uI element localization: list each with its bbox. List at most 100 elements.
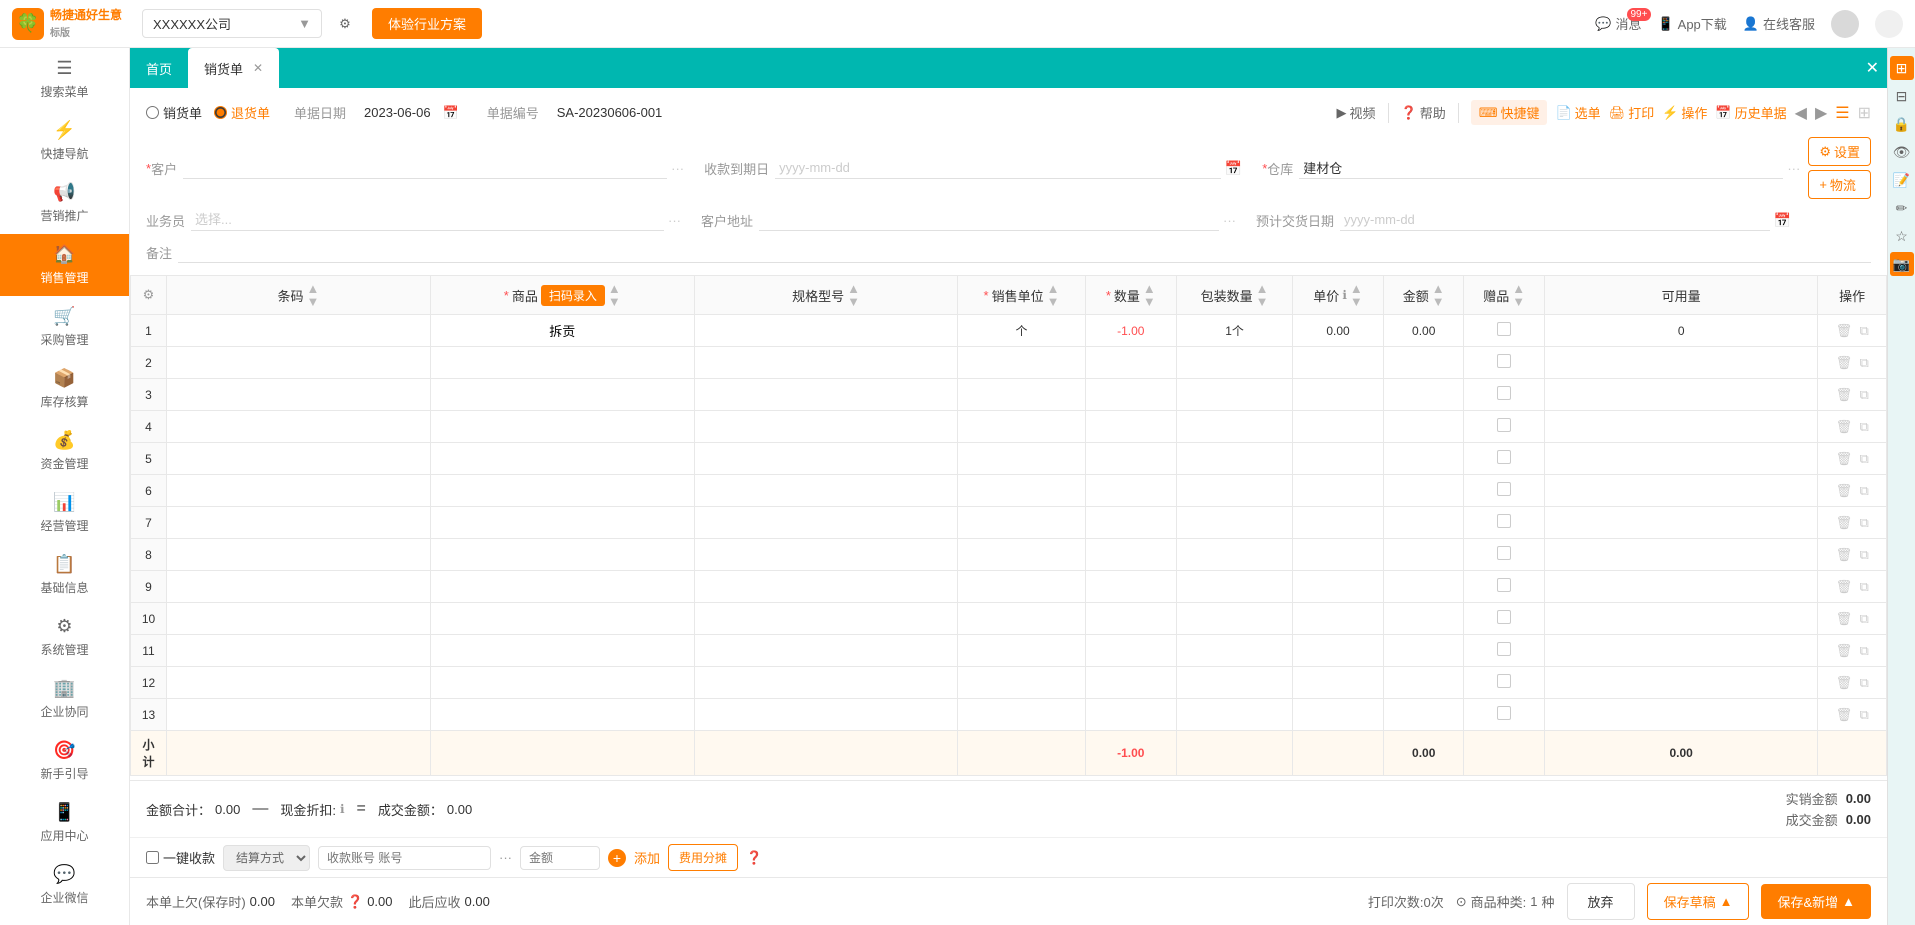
unitprice-sort-icon[interactable]: ▲▼ [1350, 282, 1363, 308]
copy-row-icon[interactable]: ⧉ [1859, 579, 1868, 594]
product-input[interactable] [439, 579, 686, 594]
th-settings[interactable]: ⚙ [131, 276, 167, 315]
pkgqty-cell[interactable] [1177, 507, 1293, 539]
spec-cell[interactable] [694, 475, 958, 507]
delete-row-icon[interactable]: 🗑 [1836, 579, 1853, 594]
spec-input[interactable] [703, 355, 950, 370]
copy-row-icon[interactable]: ⧉ [1859, 515, 1868, 530]
unitprice-cell[interactable] [1293, 507, 1384, 539]
unitprice-cell[interactable] [1293, 347, 1384, 379]
product-cell[interactable] [430, 571, 694, 603]
product-input[interactable] [439, 675, 686, 690]
amount-cell[interactable] [1383, 635, 1464, 667]
help-btn[interactable]: ❓ 帮助 [1401, 103, 1446, 122]
amount-cell[interactable] [1383, 539, 1464, 571]
sidebar-item-enterprise[interactable]: 🏢 企业协同 [0, 668, 129, 730]
delete-row-icon[interactable]: 🗑 [1836, 643, 1853, 658]
product-cell[interactable] [430, 379, 694, 411]
sidebar-item-search[interactable]: ☰ 搜索菜单 [0, 48, 129, 110]
product-cell[interactable] [430, 315, 694, 347]
spec-input[interactable] [703, 419, 950, 434]
unit-cell[interactable] [958, 603, 1085, 635]
right-panel-lock-btn[interactable]: 🔒 [1890, 112, 1914, 136]
spec-cell[interactable] [694, 699, 958, 731]
product-cell[interactable] [430, 635, 694, 667]
video-btn[interactable]: ▶ 视频 [1336, 103, 1375, 122]
pkgqty-cell[interactable] [1177, 667, 1293, 699]
right-panel-camera-btn[interactable]: 📷 [1890, 252, 1914, 276]
calendar-icon[interactable]: 📅 [443, 105, 459, 121]
spec-cell[interactable] [694, 667, 958, 699]
spec-cell[interactable] [694, 603, 958, 635]
right-panel-pencil-btn[interactable]: ✏ [1890, 196, 1914, 220]
barcode-cell[interactable] [167, 411, 431, 443]
delete-row-icon[interactable]: 🗑 [1836, 547, 1853, 562]
unit-cell[interactable] [958, 539, 1085, 571]
print-btn[interactable]: 🖨 打印 [1609, 103, 1655, 122]
quantity-cell[interactable] [1085, 571, 1177, 603]
gift-cell[interactable] [1464, 411, 1545, 443]
amount-cell[interactable]: 0.00 [1383, 315, 1464, 347]
pkgqty-cell[interactable] [1177, 443, 1293, 475]
delete-row-icon[interactable]: 🗑 [1836, 707, 1853, 722]
company-selector[interactable]: XXXXXX公司 ▼ [142, 9, 322, 38]
gift-cell[interactable] [1464, 539, 1545, 571]
pkgqty-cell[interactable]: 1个 [1177, 315, 1293, 347]
spec-input[interactable] [703, 451, 950, 466]
delete-row-icon[interactable]: 🗑 [1836, 387, 1853, 402]
barcode-cell[interactable] [167, 571, 431, 603]
nav-prev-icon[interactable]: ◀ [1795, 103, 1807, 123]
product-input[interactable] [439, 643, 686, 658]
gift-cell[interactable] [1464, 443, 1545, 475]
operation-btn[interactable]: ⚡ 操作 [1662, 103, 1707, 122]
barcode-input[interactable] [175, 419, 422, 434]
pkgqty-cell[interactable] [1177, 699, 1293, 731]
unit-cell[interactable] [958, 475, 1085, 507]
customer-dots[interactable]: ··· [671, 161, 684, 176]
gift-cell[interactable] [1464, 347, 1545, 379]
product-input[interactable] [439, 323, 686, 338]
spec-cell[interactable] [694, 443, 958, 475]
sidebar-item-finance[interactable]: 💰 资金管理 [0, 420, 129, 482]
product-input[interactable] [439, 419, 686, 434]
product-cell[interactable] [430, 507, 694, 539]
quantity-cell[interactable] [1085, 475, 1177, 507]
spec-input[interactable] [703, 611, 950, 626]
quantity-cell[interactable] [1085, 507, 1177, 539]
right-panel-eye-btn[interactable]: 👁 [1890, 140, 1914, 164]
copy-row-icon[interactable]: ⧉ [1859, 707, 1868, 722]
unit-cell[interactable] [958, 571, 1085, 603]
settings-btn[interactable]: ⚙ 设置 [1808, 137, 1871, 166]
settings-icon[interactable]: ⚙ [330, 9, 360, 39]
user-avatar2[interactable] [1875, 10, 1903, 38]
barcode-input[interactable] [175, 611, 422, 626]
amount-sort-icon[interactable]: ▲▼ [1432, 282, 1445, 308]
gift-checkbox[interactable] [1497, 450, 1511, 464]
amount-cell[interactable] [1383, 699, 1464, 731]
online-service-btn[interactable]: 👤 在线客服 [1743, 14, 1815, 33]
barcode-cell[interactable] [167, 347, 431, 379]
quantity-cell[interactable]: -1.00 [1085, 315, 1177, 347]
history-btn[interactable]: 📅 历史单据 [1715, 103, 1786, 122]
expense-btn[interactable]: 费用分摊 [668, 844, 738, 871]
unitprice-cell[interactable] [1293, 571, 1384, 603]
spec-input[interactable] [703, 579, 950, 594]
staff-input[interactable] [191, 209, 664, 231]
abandon-btn[interactable]: 放弃 [1567, 883, 1635, 920]
staff-dots[interactable]: ··· [668, 213, 681, 228]
gift-checkbox[interactable] [1497, 322, 1511, 336]
gift-checkbox[interactable] [1497, 546, 1511, 560]
delete-row-icon[interactable]: 🗑 [1836, 355, 1853, 370]
remarks-input[interactable] [178, 241, 1871, 263]
product-cell[interactable] [430, 475, 694, 507]
product-cell[interactable] [430, 539, 694, 571]
right-panel-expand-btn[interactable]: ⊞ [1890, 56, 1914, 80]
gift-checkbox[interactable] [1497, 354, 1511, 368]
qty-sort-icon[interactable]: ▲▼ [1143, 282, 1156, 308]
gift-checkbox[interactable] [1497, 674, 1511, 688]
amount-cell[interactable] [1383, 347, 1464, 379]
barcode-cell[interactable] [167, 315, 431, 347]
copy-row-icon[interactable]: ⧉ [1859, 451, 1868, 466]
right-panel-grid-btn[interactable]: ⊟ [1890, 84, 1914, 108]
spec-cell[interactable] [694, 315, 958, 347]
